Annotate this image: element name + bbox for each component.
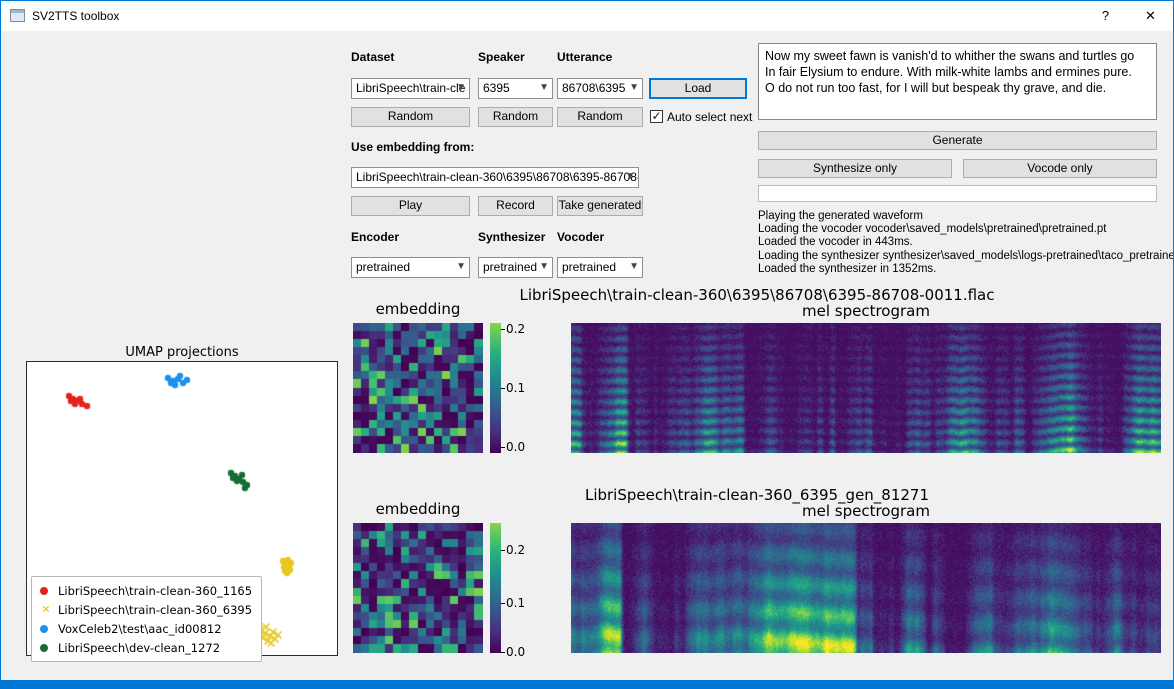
dot-marker-icon: [40, 587, 48, 595]
help-button[interactable]: ?: [1083, 1, 1128, 31]
load-button[interactable]: Load: [649, 78, 747, 99]
dataset-value: LibriSpeech\train-cle: [356, 81, 465, 95]
chevron-down-icon: ▼: [625, 171, 635, 182]
utterance-select[interactable]: 86708\6395 ▼: [557, 78, 643, 99]
mel-spectrogram-bottom: [571, 523, 1161, 653]
colorbar-tick-label: 0.0: [506, 645, 525, 659]
legend-item: ✕ LibriSpeech\train-clean-360_6395: [38, 600, 255, 619]
embedding-heatmap-bottom: [353, 523, 483, 653]
play-button[interactable]: Play: [351, 196, 470, 216]
speaker-value: 6395: [483, 81, 510, 95]
app-window: SV2TTS toolbox ? ✕ Dataset Speaker Utter…: [0, 0, 1174, 689]
chevron-down-icon: ▼: [456, 261, 466, 272]
title-bar[interactable]: SV2TTS toolbox ? ✕: [1, 1, 1173, 31]
progress-bar: [758, 185, 1157, 202]
random-utterance-button[interactable]: Random: [557, 107, 643, 127]
window-bottom-border: [1, 680, 1173, 688]
synthesizer-select[interactable]: pretrained ▼: [478, 257, 553, 278]
utterance-label: Utterance: [557, 50, 612, 64]
chevron-down-icon: ▼: [539, 261, 549, 272]
dataset-select[interactable]: LibriSpeech\train-cle ▼: [351, 78, 470, 99]
encoder-label: Encoder: [351, 230, 399, 244]
vocoder-value: pretrained: [562, 260, 616, 274]
random-dataset-button[interactable]: Random: [351, 107, 470, 127]
embedding-top-title: embedding: [353, 300, 483, 318]
speaker-label: Speaker: [478, 50, 525, 64]
spectrogram-top-title: mel spectrogram: [571, 302, 1161, 320]
log-output: Playing the generated waveform Loading t…: [758, 210, 1174, 276]
colorbar-tickmark: [501, 447, 505, 448]
colorbar-tick-label: 0.1: [506, 596, 525, 610]
legend-label: LibriSpeech\dev-clean_1272: [58, 641, 220, 655]
record-button[interactable]: Record: [478, 196, 553, 216]
colorbar-tick-label: 0.2: [506, 543, 525, 557]
colorbar-tick-label: 0.1: [506, 381, 525, 395]
chevron-down-icon: ▼: [539, 82, 549, 93]
dot-marker-icon: [40, 625, 48, 633]
colorbar-top: [490, 323, 501, 453]
embedding-heatmap-top: [353, 323, 483, 453]
generate-button[interactable]: Generate: [758, 131, 1157, 150]
log-line: Loading the synthesizer synthesizer\save…: [758, 250, 1174, 263]
colorbar-tickmark: [501, 388, 505, 389]
colorbar-tick-label: 0.0: [506, 440, 525, 454]
legend-label: LibriSpeech\train-clean-360_1165: [58, 584, 252, 598]
x-marker-icon: ✕: [38, 603, 54, 616]
dataset-label: Dataset: [351, 50, 394, 64]
legend-label: VoxCeleb2\test\aac_id00812: [58, 622, 222, 636]
text-to-synthesize-input[interactable]: Now my sweet fawn is vanish'd to whither…: [758, 43, 1157, 120]
use-embedding-label: Use embedding from:: [351, 140, 474, 154]
chevron-down-icon: ▼: [629, 261, 639, 272]
chevron-down-icon: ▼: [629, 82, 639, 93]
umap-title: UMAP projections: [26, 345, 338, 360]
colorbar-tickmark: [501, 550, 505, 551]
auto-select-label[interactable]: Auto select next: [667, 110, 752, 124]
utterance-value: 86708\6395: [562, 81, 625, 95]
log-line: Playing the generated waveform: [758, 210, 1174, 223]
embedding-source-value: LibriSpeech\train-clean-360\6395\86708\6…: [356, 170, 639, 184]
embedding-bottom-title: embedding: [353, 500, 483, 518]
dot-marker-icon: [40, 644, 48, 652]
umap-legend: LibriSpeech\train-clean-360_1165 ✕ LibriSp…: [31, 576, 262, 662]
colorbar-tickmark: [501, 329, 505, 330]
log-line: Loaded the synthesizer in 1352ms.: [758, 263, 1174, 276]
synthesizer-label: Synthesizer: [478, 230, 545, 244]
log-line: Loaded the vocoder in 443ms.: [758, 236, 1174, 249]
window-title: SV2TTS toolbox: [32, 9, 119, 23]
synthesizer-value: pretrained: [483, 260, 537, 274]
app-icon: [10, 9, 25, 22]
random-speaker-button[interactable]: Random: [478, 107, 553, 127]
take-generated-button[interactable]: Take generated: [557, 196, 643, 216]
umap-plot: LibriSpeech\train-clean-360_1165 ✕ LibriSp…: [26, 361, 338, 656]
mel-spectrogram-top: [571, 323, 1161, 453]
close-button[interactable]: ✕: [1128, 1, 1173, 31]
embedding-source-select[interactable]: LibriSpeech\train-clean-360\6395\86708\6…: [351, 167, 639, 188]
spectrogram-bottom-title: mel spectrogram: [571, 502, 1161, 520]
log-line: Loading the vocoder vocoder\saved_models…: [758, 223, 1174, 236]
legend-item: VoxCeleb2\test\aac_id00812: [38, 619, 255, 638]
colorbar-tickmark: [501, 603, 505, 604]
speaker-select[interactable]: 6395 ▼: [478, 78, 553, 99]
vocode-only-button[interactable]: Vocode only: [963, 159, 1157, 178]
colorbar-bottom: [490, 523, 501, 653]
legend-item: LibriSpeech\train-clean-360_1165: [38, 581, 255, 600]
vocoder-select[interactable]: pretrained ▼: [557, 257, 643, 278]
synthesize-only-button[interactable]: Synthesize only: [758, 159, 952, 178]
legend-item: LibriSpeech\dev-clean_1272: [38, 638, 255, 657]
chevron-down-icon: ▼: [456, 82, 466, 93]
encoder-select[interactable]: pretrained ▼: [351, 257, 470, 278]
vocoder-label: Vocoder: [557, 230, 604, 244]
auto-select-checkbox[interactable]: [650, 110, 663, 123]
colorbar-tickmark: [501, 652, 505, 653]
legend-label: LibriSpeech\train-clean-360_6395: [58, 603, 252, 617]
encoder-value: pretrained: [356, 260, 410, 274]
colorbar-tick-label: 0.2: [506, 322, 525, 336]
